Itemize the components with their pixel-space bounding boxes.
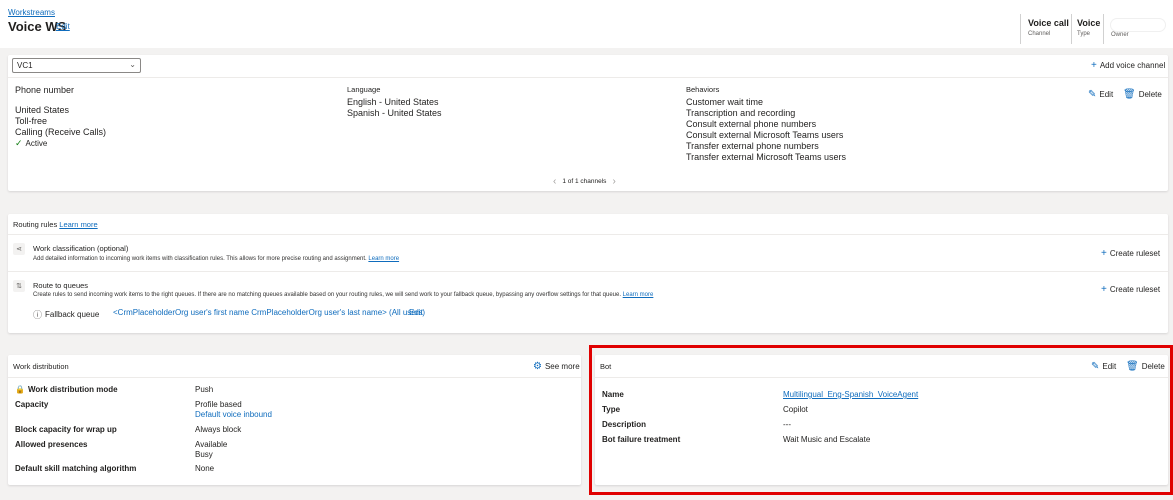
lock-icon: 🔒 <box>15 385 25 394</box>
route-learn-more-link[interactable]: Learn more <box>623 292 654 298</box>
divider <box>8 271 1168 272</box>
page-header: Workstreams Voice WS Edit Voice call Cha… <box>0 0 1173 48</box>
trash-icon: 🗑 <box>1123 88 1136 100</box>
info-icon: ⓘ <box>33 310 43 320</box>
divider <box>8 234 1168 235</box>
channel-edit-button[interactable]: ✎ Edit <box>1088 88 1113 100</box>
route-to-queues-title: Route to queues <box>33 281 89 290</box>
channel-pagination: ‹ 1 of 1 channels › <box>553 176 616 187</box>
plus-icon: + <box>1101 283 1107 295</box>
capacity-value: Profile based <box>195 400 242 409</box>
meta-owner: Owner <box>1111 32 1129 38</box>
divider <box>8 77 1168 78</box>
work-classification-title: Work classification (optional) <box>33 244 129 253</box>
plus-icon: + <box>1091 59 1097 71</box>
meta-separator <box>1103 14 1104 44</box>
channel-delete-button[interactable]: 🗑 Delete <box>1123 88 1162 100</box>
distribution-mode-value: Push <box>195 385 214 394</box>
behaviors-list: Customer wait time Transcription and rec… <box>686 97 847 162</box>
classification-icon: ⋖ <box>13 243 25 255</box>
create-route-ruleset-button[interactable]: + Create ruleset <box>1101 283 1160 295</box>
skill-matching-value: None <box>195 464 215 473</box>
see-more-button[interactable]: ⚙ See more <box>533 360 580 372</box>
divider <box>8 377 581 378</box>
pencil-icon: ✎ <box>1088 88 1097 100</box>
check-circle-icon: ✓ <box>15 138 23 148</box>
capacity-label: Capacity <box>15 400 49 409</box>
allowed-presence-busy: Busy <box>195 450 213 459</box>
phone-number-heading: Phone number <box>15 85 75 95</box>
work-distribution-heading: Work distribution <box>13 362 69 371</box>
channel-select[interactable]: VC1 ⌄ <box>12 58 141 73</box>
capacity-profile-link[interactable]: Default voice inbound <box>195 410 272 419</box>
language-heading: Language <box>347 85 381 94</box>
work-classification-desc: Add detailed information to incoming wor… <box>33 256 400 262</box>
status-badge: ✓ Active <box>15 138 48 148</box>
meta-separator <box>1020 14 1021 44</box>
meta-channel: Voice call Channel <box>1028 18 1069 37</box>
highlight-box <box>589 345 1173 495</box>
behaviors-heading: Behaviors <box>686 85 720 94</box>
create-classification-ruleset-button[interactable]: + Create ruleset <box>1101 247 1160 259</box>
language-list: English - United States Spanish - United… <box>347 97 442 118</box>
voice-channel-card <box>8 55 1168 191</box>
allowed-presence-available: Available <box>195 440 228 449</box>
distribution-mode-label: 🔒 Work distribution mode <box>15 385 118 394</box>
skill-matching-label: Default skill matching algorithm <box>15 464 137 473</box>
fallback-queue-edit-link[interactable]: Edit <box>409 308 423 317</box>
add-voice-channel-button[interactable]: + Add voice channel <box>1091 59 1165 71</box>
fallback-queue-value[interactable]: <CrmPlaceholderOrg user's first name Crm… <box>113 308 425 317</box>
breadcrumb-workstreams[interactable]: Workstreams <box>8 8 55 17</box>
routing-rules-heading: Routing rules Learn more <box>13 220 98 229</box>
chevron-left-icon[interactable]: ‹ <box>553 176 556 187</box>
phone-number-details: United States Toll-free Calling (Receive… <box>15 105 107 148</box>
allowed-presences-label: Allowed presences <box>15 440 88 449</box>
block-capacity-value: Always block <box>195 425 242 434</box>
route-to-queues-desc: Create rules to send incoming work items… <box>33 292 654 298</box>
route-icon: ⇅ <box>13 280 25 292</box>
chevron-right-icon[interactable]: › <box>612 176 615 187</box>
classification-learn-more-link[interactable]: Learn more <box>368 256 399 262</box>
meta-type: Voice Type <box>1077 18 1101 37</box>
plus-icon: + <box>1101 247 1107 259</box>
block-capacity-label: Block capacity for wrap up <box>15 425 117 434</box>
meta-separator <box>1071 14 1072 44</box>
settings-icon: ⚙ <box>533 360 542 372</box>
chevron-down-icon: ⌄ <box>129 60 136 69</box>
title-edit-link[interactable]: Edit <box>56 22 70 31</box>
fallback-queue-label: ⓘ Fallback queue <box>33 310 100 320</box>
routing-learn-more-link[interactable]: Learn more <box>59 220 97 229</box>
